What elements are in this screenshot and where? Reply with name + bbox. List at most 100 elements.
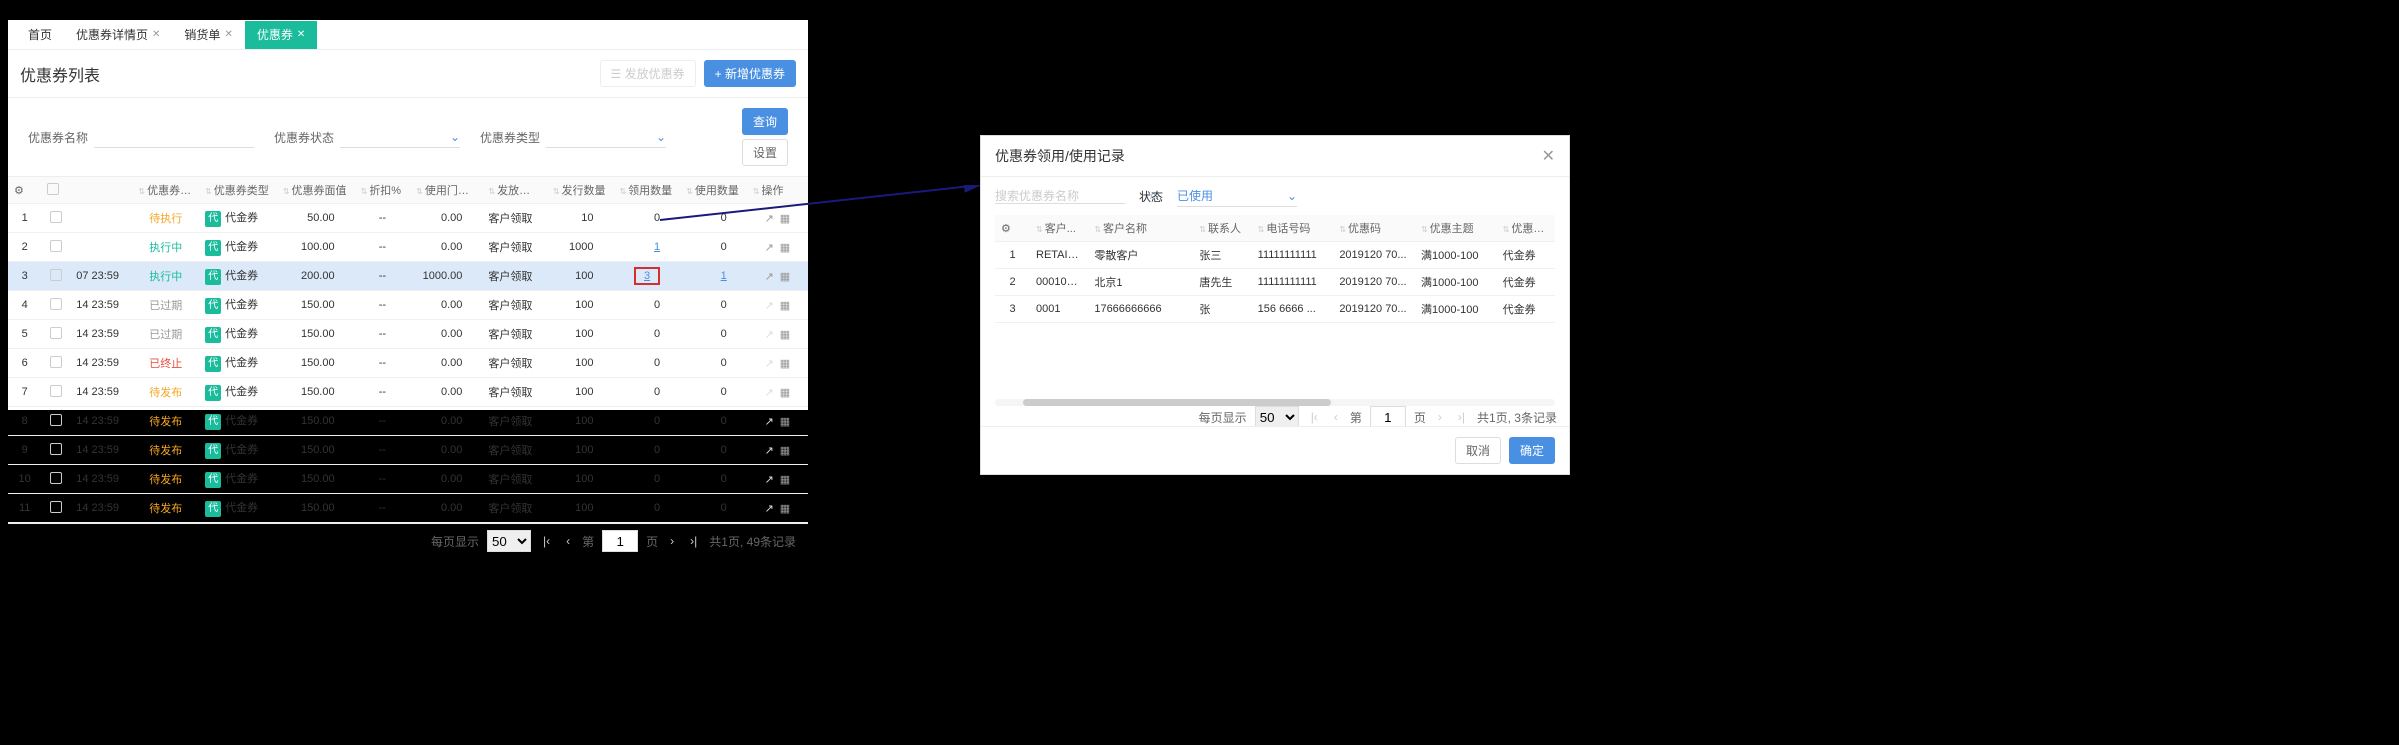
row-checkbox[interactable] — [50, 501, 62, 513]
filter-type-select[interactable]: ⌄ — [546, 126, 666, 148]
column-header[interactable] — [70, 177, 132, 204]
column-header[interactable]: ⇅优惠券类 — [1497, 215, 1555, 242]
tab-home[interactable]: 首页 — [16, 21, 64, 49]
table-row[interactable]: 9 14 23:59 待发布 代代金券 150.00 -- 0.00 客户领取 … — [8, 436, 808, 465]
use-count-cell[interactable]: 0 — [680, 378, 747, 407]
qrcode-icon[interactable]: ▦ — [780, 213, 790, 225]
prev-page-button[interactable]: ‹ — [562, 534, 574, 548]
qrcode-icon[interactable]: ▦ — [780, 416, 790, 428]
column-header[interactable] — [41, 177, 70, 204]
column-header[interactable]: ⇅发放方式 — [482, 177, 546, 204]
prev-page-button[interactable]: ‹ — [1330, 410, 1342, 424]
row-checkbox[interactable] — [50, 472, 62, 484]
column-header[interactable]: ⇅客户... — [1030, 215, 1088, 242]
use-count-cell[interactable]: 0 — [680, 320, 747, 349]
page-input[interactable] — [602, 530, 638, 552]
claim-count-cell[interactable]: 0 — [613, 291, 680, 320]
column-header[interactable]: ⇅优惠券状态 — [132, 177, 199, 204]
row-checkbox[interactable] — [50, 211, 62, 223]
table-row[interactable]: 8 14 23:59 待发布 代代金券 150.00 -- 0.00 客户领取 … — [8, 407, 808, 436]
claim-count-cell[interactable]: 0 — [613, 465, 680, 494]
table-row[interactable]: 3 07 23:59 执行中 代代金券 200.00 -- 1000.00 客户… — [8, 262, 808, 291]
next-page-button[interactable]: › — [666, 534, 678, 548]
last-page-button[interactable]: ›| — [1454, 410, 1469, 424]
column-header[interactable]: ⇅使用门槛... — [410, 177, 482, 204]
row-checkbox[interactable] — [50, 269, 62, 281]
settings-button[interactable]: 设置 — [742, 139, 788, 166]
use-count-cell[interactable]: 0 — [680, 436, 747, 465]
use-count-cell[interactable]: 0 — [680, 465, 747, 494]
per-page-select[interactable]: 50 — [1255, 406, 1299, 428]
use-count-cell[interactable]: 1 — [680, 262, 747, 291]
share-icon[interactable]: ↗ — [765, 329, 774, 341]
share-icon[interactable]: ↗ — [765, 445, 774, 457]
row-checkbox[interactable] — [50, 385, 62, 397]
last-page-button[interactable]: ›| — [686, 534, 701, 548]
close-icon[interactable]: ✕ — [152, 29, 160, 40]
page-input[interactable] — [1370, 406, 1406, 428]
search-button[interactable]: 查询 — [742, 108, 788, 135]
claim-count-cell[interactable]: 0 — [613, 320, 680, 349]
row-checkbox[interactable] — [50, 298, 62, 310]
column-header[interactable]: ⇅优惠券面值 — [277, 177, 355, 204]
close-icon[interactable]: ✕ — [224, 29, 232, 40]
tab-sales-order[interactable]: 销货单✕ — [172, 21, 244, 49]
close-icon[interactable]: ✕ — [297, 29, 305, 40]
row-checkbox[interactable] — [50, 414, 62, 426]
table-row[interactable]: 10 14 23:59 待发布 代代金券 150.00 -- 0.00 客户领取… — [8, 465, 808, 494]
use-count-cell[interactable]: 0 — [680, 494, 747, 523]
use-count-cell[interactable]: 0 — [680, 349, 747, 378]
select-all-checkbox[interactable] — [47, 183, 59, 195]
claim-count-cell[interactable]: 0 — [613, 494, 680, 523]
per-page-select[interactable]: 50 — [487, 530, 531, 552]
column-header[interactable]: ⇅优惠券类型 — [199, 177, 277, 204]
filter-status-select[interactable]: ⌄ — [340, 126, 460, 148]
qrcode-icon[interactable]: ▦ — [780, 242, 790, 254]
table-row[interactable]: 7 14 23:59 待发布 代代金券 150.00 -- 0.00 客户领取 … — [8, 378, 808, 407]
use-count-cell[interactable]: 0 — [680, 407, 747, 436]
share-icon[interactable]: ↗ — [765, 387, 774, 399]
claim-count-cell[interactable]: 0 — [613, 349, 680, 378]
claim-count-cell[interactable]: 0 — [613, 407, 680, 436]
row-checkbox[interactable] — [50, 327, 62, 339]
claim-count-cell[interactable]: 0 — [613, 204, 680, 233]
use-count-cell[interactable]: 0 — [680, 291, 747, 320]
table-row[interactable]: 200010001北京1唐先生111111111112019120 70...满… — [995, 269, 1555, 296]
add-coupon-button[interactable]: + 新增优惠券 — [704, 60, 796, 87]
table-row[interactable]: 5 14 23:59 已过期 代代金券 150.00 -- 0.00 客户领取 … — [8, 320, 808, 349]
distribute-coupon-button[interactable]: ☰ 发放优惠券 — [600, 60, 696, 87]
table-row[interactable]: 2 执行中 代代金券 100.00 -- 0.00 客户领取 1000 1 0 … — [8, 233, 808, 262]
first-page-button[interactable]: |‹ — [539, 534, 554, 548]
cancel-button[interactable]: 取消 — [1455, 437, 1501, 464]
column-header[interactable]: ⇅客户名称 — [1088, 215, 1193, 242]
share-icon[interactable]: ↗ — [765, 213, 774, 225]
table-row[interactable]: 11 14 23:59 待发布 代代金券 150.00 -- 0.00 客户领取… — [8, 494, 808, 523]
share-icon[interactable]: ↗ — [765, 358, 774, 370]
column-header[interactable]: ⚙ — [8, 177, 41, 204]
qrcode-icon[interactable]: ▦ — [780, 387, 790, 399]
qrcode-icon[interactable]: ▦ — [780, 474, 790, 486]
filter-name-input[interactable] — [94, 126, 254, 148]
first-page-button[interactable]: |‹ — [1307, 410, 1322, 424]
use-count-cell[interactable]: 0 — [680, 204, 747, 233]
column-header[interactable]: ⇅折扣% — [355, 177, 411, 204]
table-row[interactable]: 1 待执行 代代金券 50.00 -- 0.00 客户领取 10 0 0 ↗▦ — [8, 204, 808, 233]
share-icon[interactable]: ↗ — [765, 416, 774, 428]
column-header[interactable]: ⇅电话号码 — [1252, 215, 1334, 242]
confirm-button[interactable]: 确定 — [1509, 437, 1555, 464]
table-row[interactable]: 1RETAIL...零散客户张三111111111112019120 70...… — [995, 242, 1555, 269]
row-checkbox[interactable] — [50, 443, 62, 455]
table-row[interactable]: 6 14 23:59 已终止 代代金券 150.00 -- 0.00 客户领取 … — [8, 349, 808, 378]
qrcode-icon[interactable]: ▦ — [780, 358, 790, 370]
next-page-button[interactable]: › — [1434, 410, 1446, 424]
share-icon[interactable]: ↗ — [765, 242, 774, 254]
qrcode-icon[interactable]: ▦ — [780, 271, 790, 283]
status-filter-select[interactable]: 已使用⌄ — [1177, 185, 1297, 207]
qrcode-icon[interactable]: ▦ — [780, 300, 790, 312]
column-header[interactable]: ⇅优惠码 — [1333, 215, 1415, 242]
search-input[interactable]: ⌕ — [995, 188, 1125, 204]
column-header[interactable]: ⚙ — [995, 215, 1030, 242]
column-header[interactable]: ⇅优惠主题 — [1415, 215, 1497, 242]
close-icon[interactable]: ✕ — [1542, 146, 1555, 166]
column-header[interactable]: ⇅使用数量 — [680, 177, 747, 204]
